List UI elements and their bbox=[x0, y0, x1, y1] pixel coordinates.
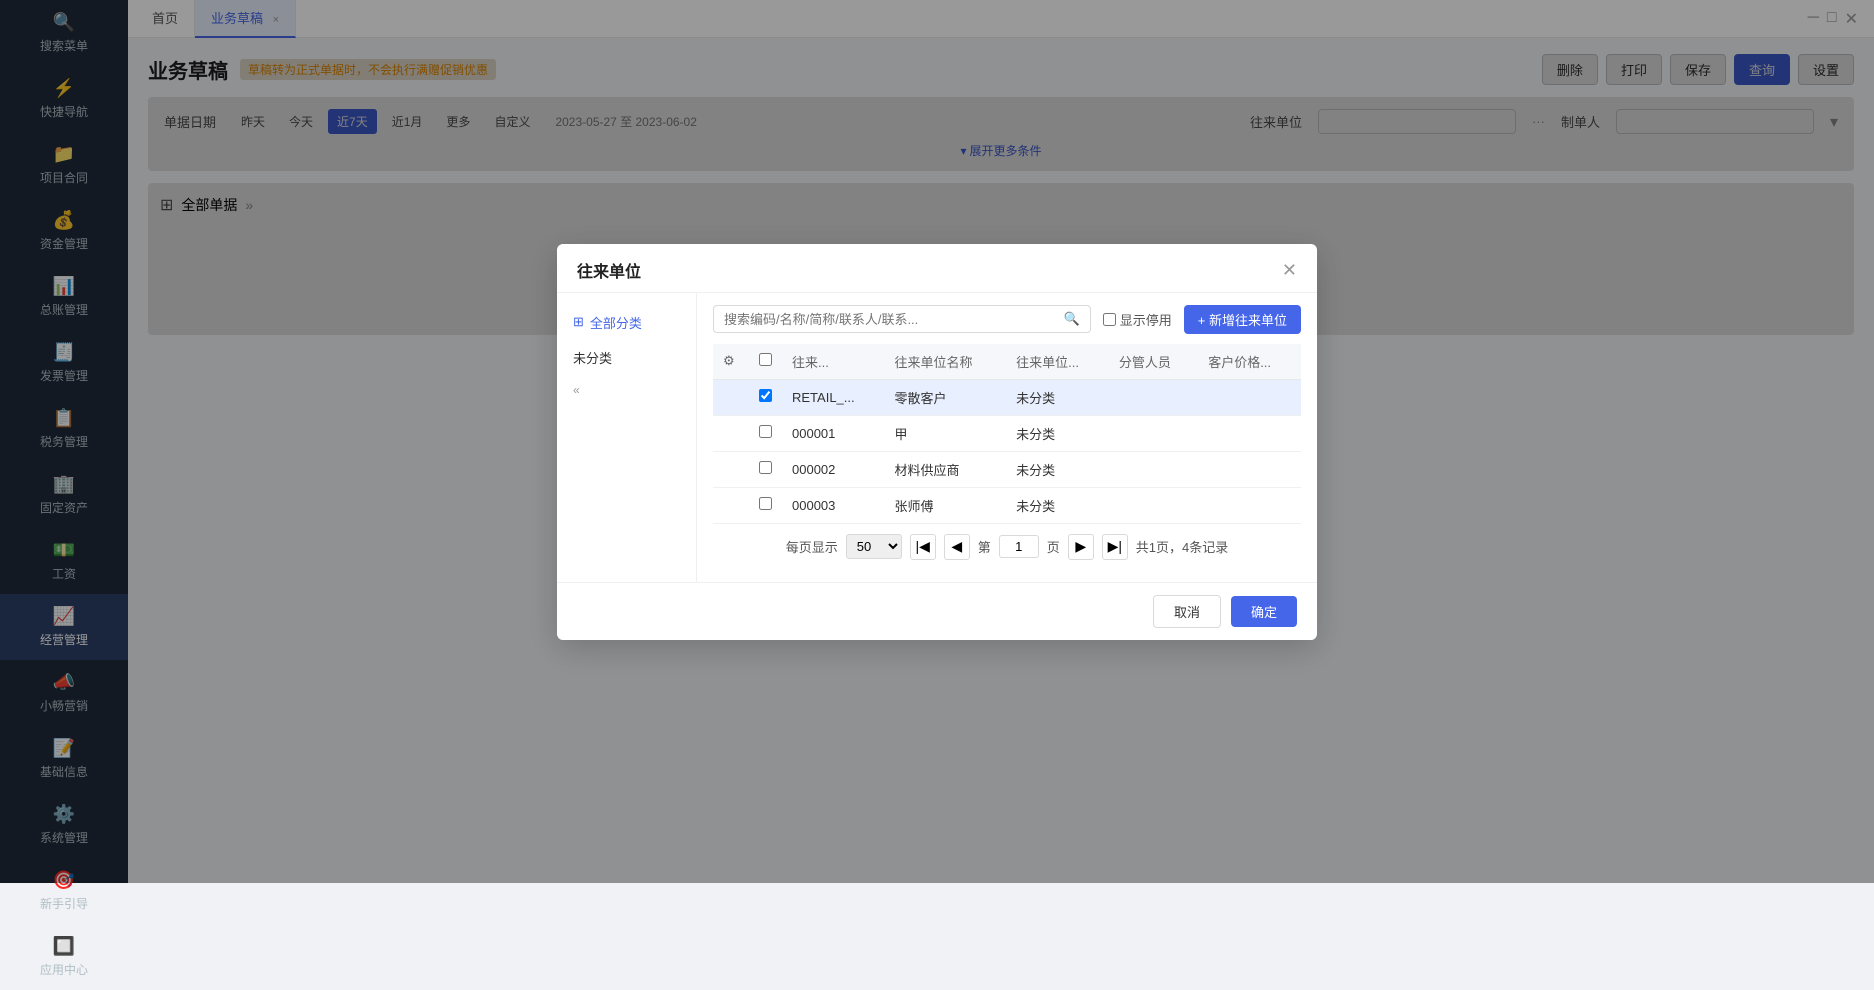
row-category-1: 未分类 bbox=[1006, 415, 1109, 451]
dialog-search-box: 🔍 bbox=[713, 305, 1091, 333]
collapse-arrow-icon: « bbox=[573, 383, 580, 397]
row-manager-2 bbox=[1109, 451, 1198, 487]
table-row[interactable]: 000003 张师傅 未分类 bbox=[713, 487, 1301, 523]
total-text: 共1页，4条记录 bbox=[1136, 537, 1228, 556]
th-check bbox=[749, 344, 782, 380]
row-code-1: 000001 bbox=[782, 415, 885, 451]
dialog-sidebar-uncategorized-label: 未分类 bbox=[573, 348, 612, 367]
th-price: 客户价格... bbox=[1198, 344, 1301, 380]
show-disabled-checkbox[interactable] bbox=[1103, 313, 1116, 326]
row-check-0[interactable] bbox=[749, 379, 782, 415]
row-price-0 bbox=[1198, 379, 1301, 415]
row-gear-1 bbox=[713, 415, 749, 451]
page-size-select[interactable]: 50 100 200 bbox=[846, 534, 902, 559]
sidebar-item-app-center[interactable]: 🔲 应用中心 bbox=[0, 924, 128, 990]
th-settings: ⚙ bbox=[713, 344, 749, 380]
th-code: 往来... bbox=[782, 344, 885, 380]
dialog-title: 往来单位 bbox=[577, 258, 641, 282]
row-category-2: 未分类 bbox=[1006, 451, 1109, 487]
sidebar-item-label: 新手引导 bbox=[40, 895, 88, 912]
th-category: 往来单位... bbox=[1006, 344, 1109, 380]
main-area: 首页 业务草稿 × ─ □ ✕ 业务草稿 草稿转为正式单据时，不会执行满赠促销优… bbox=[128, 0, 1874, 883]
row-code-2: 000002 bbox=[782, 451, 885, 487]
row-manager-0 bbox=[1109, 379, 1198, 415]
dialog-footer: 取消 确定 bbox=[557, 582, 1317, 640]
row-manager-1 bbox=[1109, 415, 1198, 451]
table-header-row: ⚙ 往来... 往来单位名称 往来单位... 分管人员 客户价格... bbox=[713, 344, 1301, 380]
search-icon: 🔍 bbox=[1064, 311, 1080, 327]
party-table: ⚙ 往来... 往来单位名称 往来单位... 分管人员 客户价格... bbox=[713, 344, 1301, 524]
row-gear-2 bbox=[713, 451, 749, 487]
row-name-3: 张师傅 bbox=[885, 487, 1007, 523]
dialog-search-input[interactable] bbox=[724, 312, 1058, 327]
confirm-button[interactable]: 确定 bbox=[1231, 596, 1297, 627]
prev-page-btn[interactable]: ◀ bbox=[944, 534, 970, 560]
pagination: 每页显示 50 100 200 |◀ ◀ 第 页 ▶ ▶| 共1页，4 bbox=[713, 524, 1301, 570]
dialog-sidebar-all[interactable]: ⊞ 全部分类 bbox=[557, 305, 696, 340]
row-code-0: RETAIL_... bbox=[782, 379, 885, 415]
dialog-sidebar-all-label: 全部分类 bbox=[590, 313, 642, 332]
cancel-button[interactable]: 取消 bbox=[1153, 595, 1221, 628]
table-row[interactable]: RETAIL_... 零散客户 未分类 bbox=[713, 379, 1301, 415]
dialog-sidebar-uncategorized[interactable]: 未分类 bbox=[557, 340, 696, 375]
add-party-button[interactable]: + 新增往来单位 bbox=[1184, 305, 1301, 334]
page-number-label: 第 bbox=[978, 537, 991, 556]
table-row[interactable]: 000002 材料供应商 未分类 bbox=[713, 451, 1301, 487]
dialog-collapse-btn[interactable]: « bbox=[557, 375, 696, 405]
page-unit: 页 bbox=[1047, 537, 1060, 556]
app-center-icon: 🔲 bbox=[53, 936, 75, 957]
row-gear-0 bbox=[713, 379, 749, 415]
dialog-sidebar: ⊞ 全部分类 未分类 « bbox=[557, 293, 697, 582]
next-page-btn[interactable]: ▶ bbox=[1068, 534, 1094, 560]
dialog-search-row: 🔍 显示停用 + 新增往来单位 bbox=[713, 305, 1301, 334]
row-manager-3 bbox=[1109, 487, 1198, 523]
row-category-3: 未分类 bbox=[1006, 487, 1109, 523]
row-name-0: 零散客户 bbox=[885, 379, 1007, 415]
row-price-1 bbox=[1198, 415, 1301, 451]
row-name-1: 甲 bbox=[885, 415, 1007, 451]
page-size-label: 每页显示 bbox=[786, 537, 838, 556]
row-check-2[interactable] bbox=[749, 451, 782, 487]
show-disabled-label[interactable]: 显示停用 bbox=[1103, 310, 1172, 329]
row-check-1[interactable] bbox=[749, 415, 782, 451]
sidebar-item-label: 应用中心 bbox=[40, 961, 88, 978]
row-price-3 bbox=[1198, 487, 1301, 523]
row-name-2: 材料供应商 bbox=[885, 451, 1007, 487]
table-row[interactable]: 000001 甲 未分类 bbox=[713, 415, 1301, 451]
row-price-2 bbox=[1198, 451, 1301, 487]
row-check-3[interactable] bbox=[749, 487, 782, 523]
table-scroll: ⚙ 往来... 往来单位名称 往来单位... 分管人员 客户价格... bbox=[713, 344, 1301, 524]
party-dialog: 往来单位 ✕ ⊞ 全部分类 未分类 « bbox=[557, 244, 1317, 640]
dialog-overlay: 往来单位 ✕ ⊞ 全部分类 未分类 « bbox=[128, 0, 1874, 883]
row-category-0: 未分类 bbox=[1006, 379, 1109, 415]
row-code-3: 000003 bbox=[782, 487, 885, 523]
dialog-header: 往来单位 ✕ bbox=[557, 244, 1317, 293]
last-page-btn[interactable]: ▶| bbox=[1102, 534, 1128, 560]
page-number-input[interactable] bbox=[999, 535, 1039, 558]
dialog-main: 🔍 显示停用 + 新增往来单位 ⚙ bbox=[697, 293, 1317, 582]
first-page-btn[interactable]: |◀ bbox=[910, 534, 936, 560]
dialog-close-icon[interactable]: ✕ bbox=[1282, 261, 1297, 279]
row-gear-3 bbox=[713, 487, 749, 523]
th-name: 往来单位名称 bbox=[885, 344, 1007, 380]
select-all-checkbox[interactable] bbox=[759, 353, 772, 366]
show-disabled-text: 显示停用 bbox=[1120, 310, 1172, 329]
grid-small-icon: ⊞ bbox=[573, 314, 584, 330]
th-manager: 分管人员 bbox=[1109, 344, 1198, 380]
dialog-body: ⊞ 全部分类 未分类 « 🔍 bbox=[557, 293, 1317, 582]
